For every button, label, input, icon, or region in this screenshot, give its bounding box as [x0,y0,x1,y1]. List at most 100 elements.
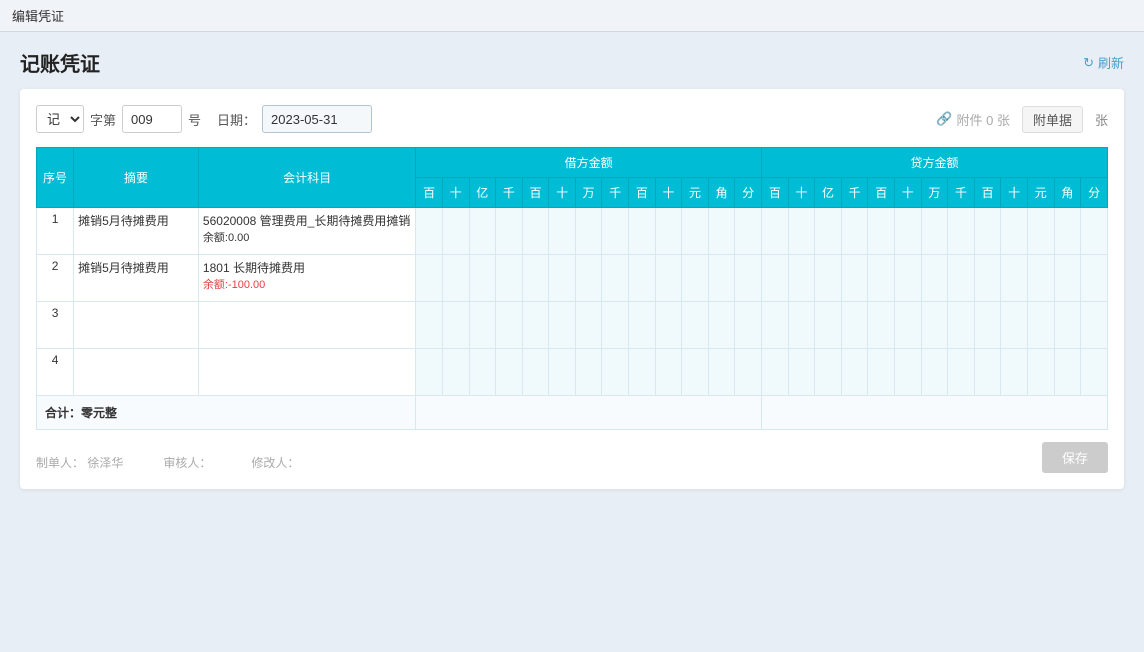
row-credit-7[interactable] [948,255,975,302]
attach-single-button[interactable]: 附单据 [1022,106,1083,133]
row-credit-11[interactable] [1054,349,1081,396]
row-debit-4[interactable] [522,208,549,255]
row-debit-10[interactable] [682,302,709,349]
row-debit-12[interactable] [735,208,762,255]
row-debit-11[interactable] [708,349,735,396]
row-debit-1[interactable] [442,208,469,255]
row-debit-9[interactable] [655,349,682,396]
row-debit-9[interactable] [655,255,682,302]
row-credit-10[interactable] [1027,302,1054,349]
row-debit-6[interactable] [575,302,602,349]
date-input[interactable] [262,105,372,133]
row-debit-5[interactable] [549,208,576,255]
row-debit-5[interactable] [549,349,576,396]
row-credit-10[interactable] [1027,349,1054,396]
row-credit-4[interactable] [868,255,895,302]
row-credit-9[interactable] [1001,349,1028,396]
row-credit-9[interactable] [1001,302,1028,349]
row-debit-7[interactable] [602,255,629,302]
row-debit-2[interactable] [469,349,496,396]
row-debit-10[interactable] [682,349,709,396]
row-credit-9[interactable] [1001,208,1028,255]
row-debit-1[interactable] [442,302,469,349]
row-credit-8[interactable] [974,302,1001,349]
row-debit-1[interactable] [442,349,469,396]
row-credit-2[interactable] [815,302,842,349]
row-credit-8[interactable] [974,208,1001,255]
row-debit-9[interactable] [655,208,682,255]
row-debit-5[interactable] [549,255,576,302]
row-debit-4[interactable] [522,302,549,349]
row-credit-1[interactable] [788,349,815,396]
row-debit-7[interactable] [602,302,629,349]
row-debit-6[interactable] [575,208,602,255]
row-credit-5[interactable] [895,208,922,255]
number-input[interactable] [122,105,182,133]
row-credit-5[interactable] [895,302,922,349]
row-debit-11[interactable] [708,208,735,255]
row-debit-3[interactable] [496,208,523,255]
type-select[interactable]: 记 [36,105,84,133]
row-credit-2[interactable] [815,255,842,302]
row-debit-2[interactable] [469,208,496,255]
row-debit-10[interactable] [682,255,709,302]
row-debit-0[interactable] [416,302,443,349]
row-debit-5[interactable] [549,302,576,349]
row-credit-2[interactable] [815,208,842,255]
row-debit-8[interactable] [629,349,656,396]
row-credit-7[interactable] [948,349,975,396]
row-debit-7[interactable] [602,349,629,396]
row-credit-11[interactable] [1054,255,1081,302]
row-credit-6[interactable] [921,255,948,302]
row-debit-12[interactable] [735,349,762,396]
row-credit-11[interactable] [1054,302,1081,349]
row-credit-6[interactable] [921,208,948,255]
row-credit-12[interactable] [1081,302,1108,349]
row-debit-2[interactable] [469,255,496,302]
row-debit-11[interactable] [708,255,735,302]
attachment-link[interactable]: 🔗 附件 0 张 [936,110,1010,129]
row-abstract[interactable] [74,349,199,396]
row-debit-8[interactable] [629,208,656,255]
row-subject[interactable]: 1801 长期待摊费用余额:-100.00 [198,255,415,302]
row-credit-12[interactable] [1081,349,1108,396]
row-debit-9[interactable] [655,302,682,349]
row-debit-4[interactable] [522,255,549,302]
row-debit-12[interactable] [735,255,762,302]
row-credit-0[interactable] [762,349,789,396]
row-credit-5[interactable] [895,349,922,396]
row-credit-6[interactable] [921,349,948,396]
row-debit-1[interactable] [442,255,469,302]
row-debit-3[interactable] [496,255,523,302]
row-debit-3[interactable] [496,349,523,396]
row-subject[interactable] [198,349,415,396]
row-credit-4[interactable] [868,302,895,349]
row-debit-3[interactable] [496,302,523,349]
row-credit-3[interactable] [841,208,868,255]
row-debit-6[interactable] [575,349,602,396]
row-credit-12[interactable] [1081,255,1108,302]
row-credit-10[interactable] [1027,255,1054,302]
row-debit-2[interactable] [469,302,496,349]
refresh-button[interactable]: ↻ 刷新 [1083,53,1124,72]
row-credit-7[interactable] [948,208,975,255]
row-debit-0[interactable] [416,255,443,302]
row-debit-0[interactable] [416,208,443,255]
row-abstract[interactable]: 摊销5月待摊费用 [74,208,199,255]
row-abstract[interactable] [74,302,199,349]
row-abstract[interactable]: 摊销5月待摊费用 [74,255,199,302]
row-credit-3[interactable] [841,302,868,349]
row-credit-12[interactable] [1081,208,1108,255]
row-credit-1[interactable] [788,302,815,349]
row-credit-0[interactable] [762,255,789,302]
row-credit-10[interactable] [1027,208,1054,255]
row-credit-8[interactable] [974,349,1001,396]
row-debit-4[interactable] [522,349,549,396]
row-credit-1[interactable] [788,255,815,302]
row-debit-11[interactable] [708,302,735,349]
row-credit-8[interactable] [974,255,1001,302]
row-subject[interactable]: 56020008 管理费用_长期待摊费用摊销余额:0.00 [198,208,415,255]
row-credit-11[interactable] [1054,208,1081,255]
row-credit-4[interactable] [868,349,895,396]
row-credit-0[interactable] [762,302,789,349]
